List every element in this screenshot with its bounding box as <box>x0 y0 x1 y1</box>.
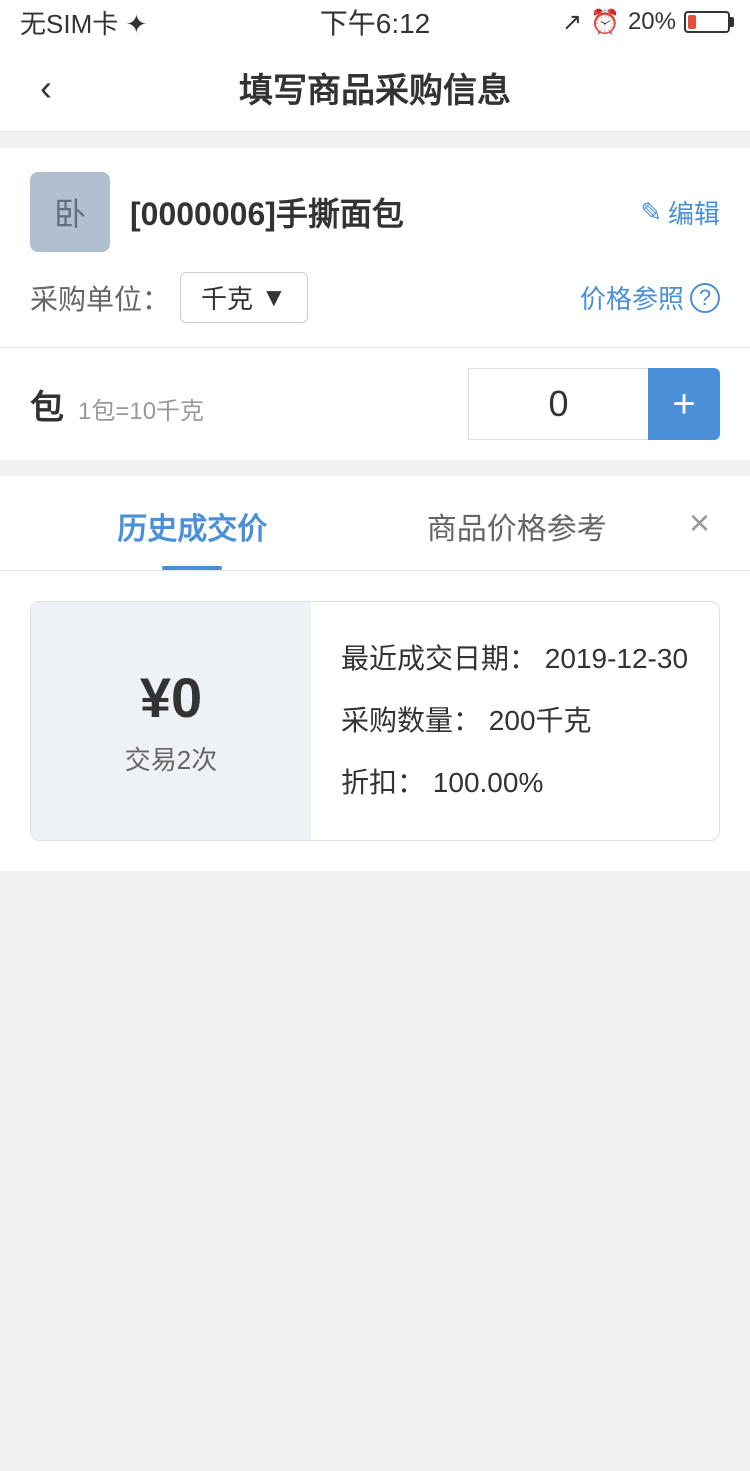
date-label: 最近成交日期： <box>341 643 537 674</box>
tab-history-price[interactable]: 历史成交价 <box>30 476 354 570</box>
tab-history-label: 历史成交价 <box>117 513 267 546</box>
battery-fill <box>688 15 696 29</box>
quantity-input-area: + <box>468 368 720 440</box>
price-ref-icon: ? <box>690 283 720 313</box>
history-date-row: 最近成交日期： 2019-12-30 <box>341 638 689 680</box>
status-left: 无SIM卡 ✦ <box>20 4 147 41</box>
edit-button[interactable]: ✎ 编辑 <box>640 194 720 231</box>
back-button[interactable]: ‹ <box>30 57 62 119</box>
unit-label: 采购单位： <box>30 278 170 318</box>
edit-icon: ✎ <box>640 197 662 228</box>
alarm-icon: ⏰ <box>590 8 620 37</box>
history-content: ¥0 交易2次 最近成交日期： 2019-12-30 采购数量： 200千克 折… <box>0 571 750 871</box>
product-header: 卧 [0000006]手撕面包 ✎ 编辑 <box>30 172 720 252</box>
carrier-text: 无SIM卡 ✦ <box>20 4 147 41</box>
status-right: ↗ ⏰ 20% <box>562 8 730 37</box>
history-transactions: 交易2次 <box>125 740 217 777</box>
tab-product-price[interactable]: 商品价格参考 <box>354 476 678 570</box>
battery-icon <box>684 11 730 33</box>
price-ref-button[interactable]: 价格参照 ? <box>580 279 720 316</box>
dropdown-icon: ▼ <box>261 282 287 313</box>
quantity-conversion: 1包=10千克 <box>78 391 204 426</box>
status-bar: 无SIM卡 ✦ 下午6:12 ↗ ⏰ 20% <box>0 0 750 44</box>
price-ref-label: 价格参照 <box>580 279 684 316</box>
quantity-plus-button[interactable]: + <box>648 368 720 440</box>
product-logo: 卧 <box>30 172 110 252</box>
page-title: 填写商品采购信息 <box>239 63 511 112</box>
product-name: [0000006]手撕面包 <box>130 189 404 235</box>
history-qty-row: 采购数量： 200千克 <box>341 700 689 742</box>
discount-value: 100.00% <box>433 767 544 798</box>
nav-bar: ‹ 填写商品采购信息 <box>0 44 750 132</box>
history-card: ¥0 交易2次 最近成交日期： 2019-12-30 采购数量： 200千克 折… <box>30 601 720 841</box>
unit-value: 千克 <box>201 279 253 316</box>
unit-select[interactable]: 千克 ▼ <box>180 272 308 323</box>
discount-label: 折扣： <box>341 767 425 798</box>
edit-label: 编辑 <box>668 194 720 231</box>
date-value: 2019-12-30 <box>545 643 688 674</box>
tab-product-label: 商品价格参考 <box>427 513 607 546</box>
history-price: ¥0 <box>140 665 202 730</box>
tab-header: 历史成交价 商品价格参考 × <box>0 476 750 571</box>
product-logo-text: 卧 <box>54 189 86 235</box>
qty-value: 200千克 <box>489 705 592 736</box>
tab-close-button[interactable]: × <box>679 492 720 554</box>
qty-label: 采购数量： <box>341 705 481 736</box>
unit-row: 采购单位： 千克 ▼ 价格参照 ? <box>30 272 720 323</box>
history-right: 最近成交日期： 2019-12-30 采购数量： 200千克 折扣： 100.0… <box>311 602 719 840</box>
quantity-input[interactable] <box>468 368 648 440</box>
battery-text: 20% <box>628 8 676 36</box>
product-section: 卧 [0000006]手撕面包 ✎ 编辑 采购单位： 千克 ▼ 价格参照 ? <box>0 148 750 347</box>
tab-section: 历史成交价 商品价格参考 × ¥0 交易2次 最近成交日期： 2019-12-3… <box>0 476 750 871</box>
product-info: 卧 [0000006]手撕面包 <box>30 172 404 252</box>
location-icon: ↗ <box>562 8 582 37</box>
history-discount-row: 折扣： 100.00% <box>341 762 689 804</box>
unit-selector-group: 采购单位： 千克 ▼ <box>30 272 308 323</box>
quantity-left: 包 1包=10千克 <box>30 380 204 429</box>
quantity-unit: 包 <box>30 380 64 429</box>
main-content-area <box>0 871 750 1471</box>
status-time: 下午6:12 <box>320 2 431 42</box>
quantity-section: 包 1包=10千克 + <box>0 347 750 460</box>
history-left: ¥0 交易2次 <box>31 602 311 840</box>
